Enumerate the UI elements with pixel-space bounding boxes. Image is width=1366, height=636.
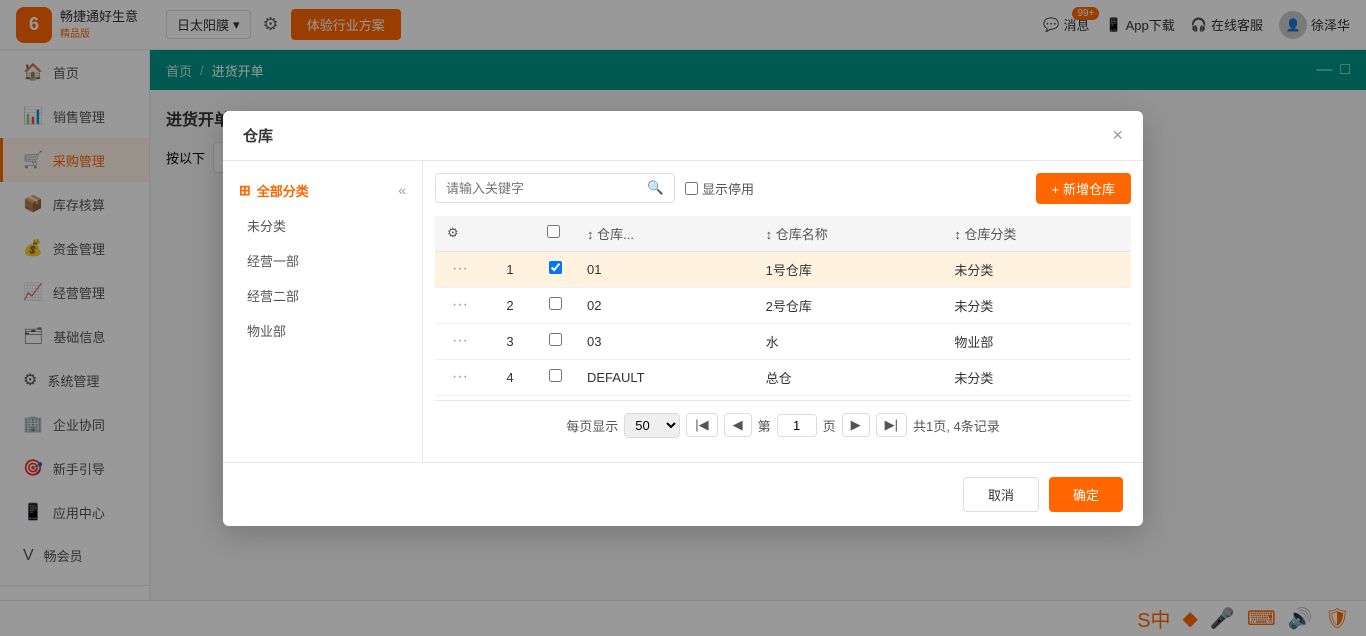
table-body: ··· 1 01 1号仓库 未分类 ··· 2 02 2号仓库 未分类 ··· [435,251,1131,395]
row-checkbox-cell [535,359,575,395]
cancel-button[interactable]: 取消 [963,477,1039,512]
row-actions: ··· [435,359,485,395]
th-index [485,216,535,252]
row-category: 物业部 [942,323,1131,359]
row-name: 2号仓库 [754,287,943,323]
warehouse-table: ⚙ ↕ 仓库... ↕ 仓库名称 [435,216,1131,396]
all-categories-item[interactable]: ⊞ 全部分类 « [223,173,422,208]
row-action-button[interactable]: ··· [452,332,468,350]
table-row[interactable]: ··· 3 03 水 物业部 [435,323,1131,359]
dialog-overlay: 仓库 × ⊞ 全部分类 « 未分类 经营一部 经营二部 物业部 [0,0,1366,636]
confirm-button[interactable]: 确定 [1049,477,1123,512]
show-disabled-checkbox[interactable] [685,182,698,195]
warehouse-dialog: 仓库 × ⊞ 全部分类 « 未分类 经营一部 经营二部 物业部 [223,111,1143,526]
next-page-button[interactable]: ▶ [842,413,870,437]
row-category: 未分类 [942,359,1131,395]
row-checkbox-cell [535,323,575,359]
table-container: ⚙ ↕ 仓库... ↕ 仓库名称 [435,216,1131,396]
row-actions: ··· [435,323,485,359]
prev-page-button[interactable]: ◀ [724,413,752,437]
th-settings: ⚙ [435,216,485,252]
th-code: ↕ 仓库... [575,216,754,252]
select-all-checkbox[interactable] [547,225,560,238]
page-label: 第 [758,416,771,435]
row-name: 总仓 [754,359,943,395]
dialog-main-panel: 🔍 显示停用 + 新增仓库 ⚙ [423,161,1143,462]
category-dept1[interactable]: 经营一部 [223,243,422,278]
dialog-footer: 取消 确定 [223,462,1143,526]
row-code: 01 [575,251,754,287]
sort-name-icon: ↕ [766,227,773,242]
row-index: 3 [485,323,535,359]
page-number-input[interactable] [777,414,817,437]
search-box: 🔍 [435,173,675,203]
per-page-label: 每页显示 [566,416,618,435]
pagination: 每页显示 50 100 |◀ ◀ 第 页 ▶ ▶| 共1页, 4条记录 [435,400,1131,450]
th-check [535,216,575,252]
row-checkbox-cell [535,287,575,323]
search-button[interactable]: 🔍 [637,174,674,202]
grid-icon: ⊞ [239,182,251,199]
row-category: 未分类 [942,251,1131,287]
all-categories-label: 全部分类 [257,181,309,200]
sort-cat-icon: ↕ [954,227,961,242]
first-page-button[interactable]: |◀ [686,413,717,437]
row-checkbox[interactable] [549,369,562,382]
row-checkbox[interactable] [549,297,562,310]
row-name: 1号仓库 [754,251,943,287]
table-row[interactable]: ··· 4 DEFAULT 总仓 未分类 [435,359,1131,395]
table-header: ⚙ ↕ 仓库... ↕ 仓库名称 [435,216,1131,252]
th-name: ↕ 仓库名称 [754,216,943,252]
row-code: 03 [575,323,754,359]
category-unclassified[interactable]: 未分类 [223,208,422,243]
dialog-close-button[interactable]: × [1112,125,1123,146]
row-code: DEFAULT [575,359,754,395]
row-actions: ··· [435,287,485,323]
row-name: 水 [754,323,943,359]
dialog-body: ⊞ 全部分类 « 未分类 经营一部 经营二部 物业部 🔍 [223,161,1143,462]
table-row[interactable]: ··· 2 02 2号仓库 未分类 [435,287,1131,323]
settings-icon: ⚙ [447,225,459,240]
row-code: 02 [575,287,754,323]
category-panel: ⊞ 全部分类 « 未分类 经营一部 经营二部 物业部 [223,161,423,462]
row-checkbox[interactable] [549,261,562,274]
row-category: 未分类 [942,287,1131,323]
dialog-header: 仓库 × [223,111,1143,161]
show-disabled-label: 显示停用 [685,179,754,198]
row-actions: ··· [435,251,485,287]
row-index: 2 [485,287,535,323]
last-page-button[interactable]: ▶| [876,413,907,437]
row-checkbox-cell [535,251,575,287]
per-page-select[interactable]: 50 100 [624,413,680,438]
row-action-button[interactable]: ··· [452,368,468,386]
category-property[interactable]: 物业部 [223,313,422,348]
dialog-title: 仓库 [243,125,273,146]
search-row: 🔍 显示停用 + 新增仓库 [435,173,1131,204]
row-checkbox[interactable] [549,333,562,346]
table-row[interactable]: ··· 1 01 1号仓库 未分类 [435,251,1131,287]
add-warehouse-button[interactable]: + 新增仓库 [1036,173,1131,204]
sort-icon: ↕ [587,227,594,242]
row-action-button[interactable]: ··· [452,260,468,278]
row-action-button[interactable]: ··· [452,296,468,314]
total-info: 共1页, 4条记录 [913,416,1000,435]
row-index: 4 [485,359,535,395]
row-index: 1 [485,251,535,287]
collapse-button[interactable]: « [398,182,406,198]
search-icon: 🔍 [647,180,664,195]
category-dept2[interactable]: 经营二部 [223,278,422,313]
page-unit: 页 [823,416,836,435]
search-input[interactable] [436,175,637,202]
th-category: ↕ 仓库分类 [942,216,1131,252]
